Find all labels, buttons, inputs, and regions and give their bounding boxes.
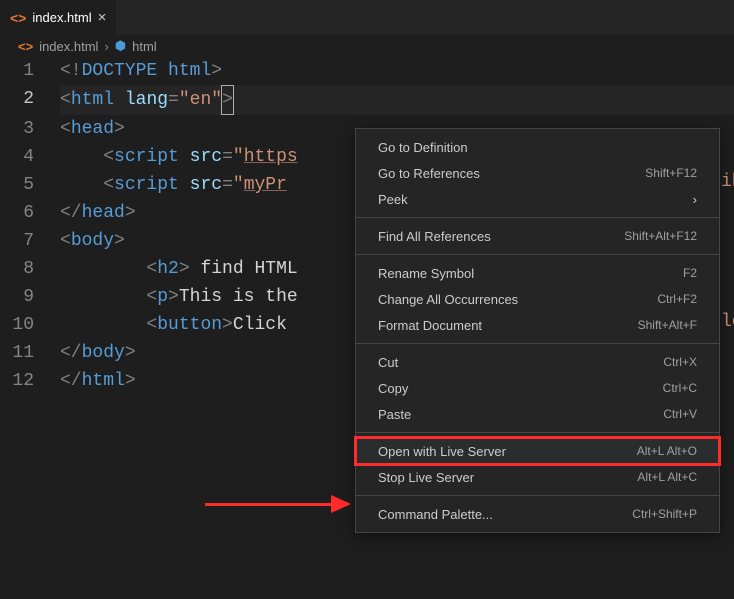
menu-item-label: Rename Symbol <box>378 266 474 281</box>
menu-item-shortcut: Ctrl+X <box>663 355 697 369</box>
line-number: 7 <box>0 227 60 255</box>
menu-item-shortcut: F2 <box>683 266 697 280</box>
code-line[interactable]: 1<!DOCTYPE html> <box>0 57 734 85</box>
menu-item-open-with-live-server[interactable]: Open with Live Server Alt+L Alt+O <box>356 438 719 464</box>
code-content[interactable]: <html lang="en"> <box>60 85 734 115</box>
line-number: 11 <box>0 339 60 367</box>
breadcrumb[interactable]: <> index.html › ⬢ html <box>0 35 734 57</box>
code-line[interactable]: 2<html lang="en"> <box>0 85 734 115</box>
breadcrumb-file: index.html <box>39 39 98 54</box>
menu-item-label: Cut <box>378 355 398 370</box>
tab-label: index.html <box>32 10 91 25</box>
symbol-icon: ⬢ <box>115 38 126 54</box>
line-number: 12 <box>0 367 60 395</box>
code-overflow: ibs <box>721 168 734 196</box>
menu-item-shortcut: Ctrl+C <box>663 381 697 395</box>
menu-item-label: Format Document <box>378 318 482 333</box>
menu-item-label: Go to References <box>378 166 480 181</box>
line-number: 9 <box>0 283 60 311</box>
menu-item-label: Copy <box>378 381 408 396</box>
chevron-right-icon: › <box>104 39 108 54</box>
menu-item-shortcut: Shift+Alt+F12 <box>624 229 697 243</box>
menu-item-label: Open with Live Server <box>378 444 506 459</box>
menu-item-paste[interactable]: Paste Ctrl+V <box>356 401 719 427</box>
html-file-icon: <> <box>10 10 26 26</box>
menu-item-label: Change All Occurrences <box>378 292 518 307</box>
line-number: 3 <box>0 115 60 143</box>
line-number: 8 <box>0 255 60 283</box>
html-file-icon: <> <box>18 39 33 54</box>
chevron-right-icon: › <box>693 192 697 207</box>
menu-item-shortcut: Alt+L Alt+C <box>637 470 697 484</box>
menu-item-label: Paste <box>378 407 411 422</box>
highlight-arrow <box>205 498 355 510</box>
menu-item-find-all-references[interactable]: Find All References Shift+Alt+F12 <box>356 223 719 249</box>
menu-item-change-all-occurrences[interactable]: Change All Occurrences Ctrl+F2 <box>356 286 719 312</box>
code-overflow: le <box>721 308 734 336</box>
menu-item-shortcut: Ctrl+F2 <box>657 292 697 306</box>
context-menu: Go to Definition Go to References Shift+F1… <box>355 128 720 533</box>
line-number: 10 <box>0 311 60 339</box>
menu-separator <box>356 495 719 496</box>
menu-item-shortcut: Alt+L Alt+O <box>637 444 697 458</box>
menu-item-go-to-references[interactable]: Go to References Shift+F12 <box>356 160 719 186</box>
line-number: 6 <box>0 199 60 227</box>
menu-item-shortcut: Ctrl+Shift+P <box>632 507 697 521</box>
menu-item-format-document[interactable]: Format Document Shift+Alt+F <box>356 312 719 338</box>
breadcrumb-symbol: html <box>132 39 157 54</box>
menu-item-shortcut: Shift+Alt+F <box>638 318 697 332</box>
menu-separator <box>356 343 719 344</box>
menu-item-copy[interactable]: Copy Ctrl+C <box>356 375 719 401</box>
line-number: 5 <box>0 171 60 199</box>
line-number: 2 <box>0 85 60 115</box>
text-cursor: > <box>221 85 234 115</box>
menu-separator <box>356 432 719 433</box>
menu-item-rename-symbol[interactable]: Rename Symbol F2 <box>356 260 719 286</box>
menu-item-peek[interactable]: Peek › <box>356 186 719 212</box>
line-number: 1 <box>0 57 60 85</box>
menu-item-stop-live-server[interactable]: Stop Live Server Alt+L Alt+C <box>356 464 719 490</box>
line-number: 4 <box>0 143 60 171</box>
menu-separator <box>356 217 719 218</box>
menu-item-shortcut: Ctrl+V <box>663 407 697 421</box>
close-icon[interactable]: × <box>98 9 107 26</box>
code-content[interactable]: <!DOCTYPE html> <box>60 57 734 85</box>
menu-item-command-palette[interactable]: Command Palette... Ctrl+Shift+P <box>356 501 719 527</box>
menu-item-label: Go to Definition <box>378 140 468 155</box>
menu-separator <box>356 254 719 255</box>
menu-item-label: Find All References <box>378 229 491 244</box>
menu-item-label: Peek <box>378 192 408 207</box>
tab-bar: <> index.html × <box>0 0 734 35</box>
menu-item-cut[interactable]: Cut Ctrl+X <box>356 349 719 375</box>
menu-item-label: Stop Live Server <box>378 470 474 485</box>
menu-item-label: Command Palette... <box>378 507 493 522</box>
menu-item-shortcut: Shift+F12 <box>645 166 697 180</box>
tab-index-html[interactable]: <> index.html × <box>0 0 117 35</box>
menu-item-go-to-definition[interactable]: Go to Definition <box>356 134 719 160</box>
